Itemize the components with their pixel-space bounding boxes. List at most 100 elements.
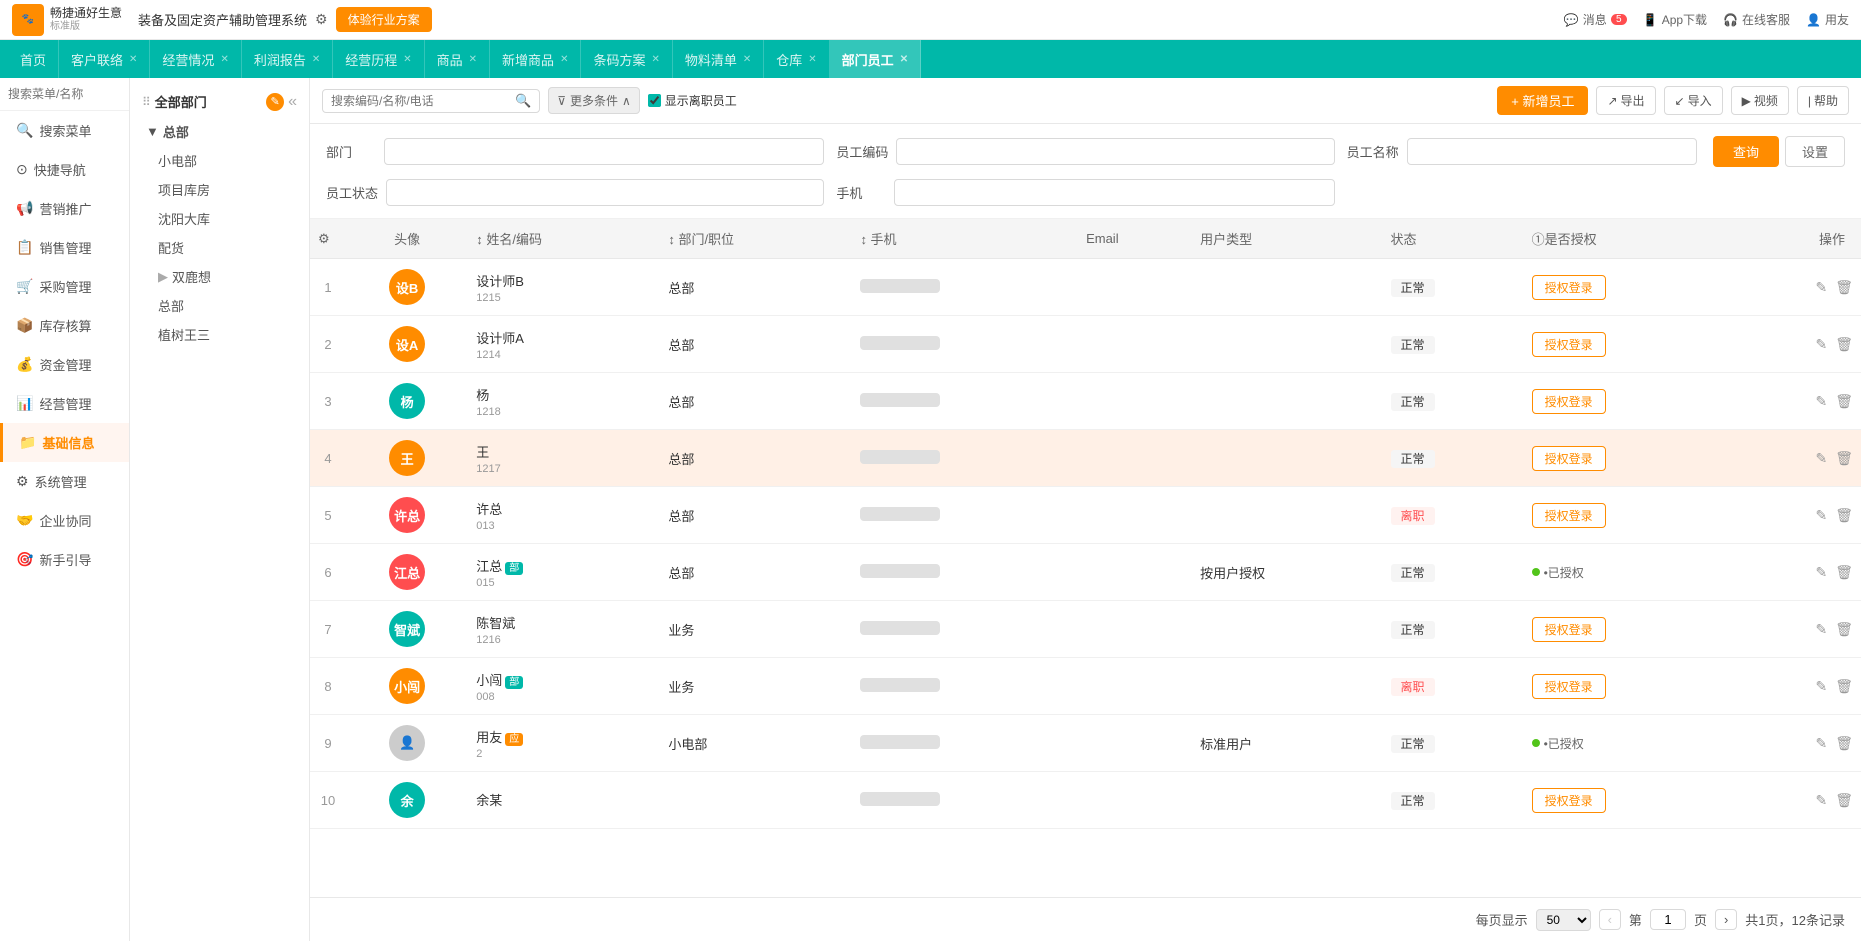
user-item[interactable]: 👤 用友	[1806, 11, 1849, 28]
show-resigned-checkbox[interactable]: 显示离职员工	[648, 92, 737, 109]
close-icon[interactable]: ✕	[743, 54, 751, 65]
message-item[interactable]: 💬 消息 5	[1564, 11, 1627, 28]
help-button[interactable]: | 帮助	[1797, 86, 1849, 115]
sidebar-item-sales[interactable]: 📋销售管理	[0, 228, 129, 267]
edit-button[interactable]: ✎	[1815, 393, 1827, 410]
gear-button[interactable]: ⚙	[315, 11, 328, 28]
sidebar-item-collab[interactable]: 🤝企业协同	[0, 501, 129, 540]
app-download-item[interactable]: 📱 App下载	[1643, 11, 1707, 28]
delete-button[interactable]: 🗑	[1835, 507, 1853, 524]
edit-button[interactable]: ✎	[1815, 621, 1827, 638]
edit-button[interactable]: ✎	[1815, 279, 1827, 296]
emp-status-select[interactable]	[386, 179, 824, 206]
sidebar-item-finance[interactable]: 💰资金管理	[0, 345, 129, 384]
all-dept-label[interactable]: 全部部门	[155, 92, 207, 111]
auth-button[interactable]: 授权登录	[1532, 788, 1606, 813]
edit-button[interactable]: ✎	[1815, 564, 1827, 581]
delete-button[interactable]: 🗑	[1835, 621, 1853, 638]
dept-node-shuanglu[interactable]: ▶ 双鹿想	[130, 262, 309, 291]
delete-button[interactable]: 🗑	[1835, 336, 1853, 353]
more-conditions-button[interactable]: ⊽ 更多条件 ∧	[548, 87, 640, 114]
close-icon[interactable]: ✕	[560, 54, 568, 65]
sidebar-item-marketing[interactable]: 📢营销推广	[0, 189, 129, 228]
close-icon[interactable]: ✕	[651, 54, 659, 65]
delete-button[interactable]: 🗑	[1835, 678, 1853, 695]
edit-button[interactable]: ✎	[1815, 678, 1827, 695]
sidebar-item-search[interactable]: 🔍搜索菜单	[0, 111, 129, 150]
edit-button[interactable]: ✎	[1815, 507, 1827, 524]
delete-button[interactable]: 🗑	[1835, 393, 1853, 410]
col-phone[interactable]: ↕ 手机	[852, 219, 1078, 259]
sidebar-item-quicknav[interactable]: ⊙快捷导航	[0, 150, 129, 189]
dept-node-peihuo[interactable]: 配货	[130, 233, 309, 262]
page-size-select[interactable]: 50 100	[1536, 909, 1591, 931]
settings-icon[interactable]: ⚙	[318, 231, 330, 246]
auth-button[interactable]: 授权登录	[1532, 332, 1606, 357]
export-button[interactable]: ↗ 导出	[1596, 86, 1655, 115]
auth-button[interactable]: 授权登录	[1532, 674, 1606, 699]
sidebar-item-purchase[interactable]: 🛒采购管理	[0, 267, 129, 306]
edit-button[interactable]: ✎	[1815, 792, 1827, 809]
sidebar-item-guide[interactable]: 🎯新手引导	[0, 540, 129, 579]
tab-new-goods[interactable]: 新增商品✕	[490, 40, 581, 78]
page-input[interactable]	[1650, 909, 1686, 930]
col-settings[interactable]: ⚙	[310, 219, 346, 259]
auth-button[interactable]: 授权登录	[1532, 503, 1606, 528]
dept-node-xiaodian[interactable]: 小电部	[130, 146, 309, 175]
phone-input[interactable]	[894, 179, 1334, 206]
dept-select[interactable]	[384, 138, 824, 165]
tab-bom[interactable]: 物料清单✕	[673, 40, 764, 78]
auth-button[interactable]: 授权登录	[1532, 389, 1606, 414]
auth-button[interactable]: 授权登录	[1532, 275, 1606, 300]
dept-edit-icon[interactable]: ✎	[266, 93, 284, 111]
tab-warehouse[interactable]: 仓库✕	[764, 40, 829, 78]
dept-collapse-icon[interactable]: «	[288, 93, 297, 111]
view-button[interactable]: ▶ 视频	[1731, 86, 1789, 115]
tab-goods[interactable]: 商品✕	[425, 40, 490, 78]
col-dept[interactable]: ↕ 部门/职位	[660, 219, 852, 259]
delete-button[interactable]: 🗑	[1835, 450, 1853, 467]
import-button[interactable]: ↙ 导入	[1664, 86, 1723, 115]
close-icon[interactable]: ✕	[220, 54, 228, 65]
dept-node-zongbu[interactable]: ▼ 总部	[130, 117, 309, 146]
close-icon[interactable]: ✕	[129, 54, 137, 65]
tab-history[interactable]: 经营历程✕	[333, 40, 424, 78]
dept-node-project[interactable]: 项目库房	[130, 175, 309, 204]
setting-button[interactable]: 设置	[1785, 136, 1845, 167]
delete-button[interactable]: 🗑	[1835, 564, 1853, 581]
add-employee-button[interactable]: + 新增员工	[1497, 86, 1588, 115]
emp-name-input[interactable]	[1407, 138, 1697, 165]
tab-dept-staff[interactable]: 部门员工✕	[830, 40, 921, 78]
delete-button[interactable]: 🗑	[1835, 279, 1853, 296]
tab-barcode[interactable]: 条码方案✕	[581, 40, 672, 78]
delete-button[interactable]: 🗑	[1835, 735, 1853, 752]
dept-node-shenyang[interactable]: 沈阳大库	[130, 204, 309, 233]
delete-button[interactable]: 🗑	[1835, 792, 1853, 809]
col-name[interactable]: ↕ 姓名/编码	[468, 219, 660, 259]
query-button[interactable]: 查询	[1713, 136, 1779, 167]
close-icon[interactable]: ✕	[900, 54, 908, 65]
trial-button[interactable]: 体验行业方案	[336, 7, 432, 32]
close-icon[interactable]: ✕	[403, 54, 411, 65]
emp-code-input[interactable]	[896, 138, 1334, 165]
search-input[interactable]	[331, 94, 511, 108]
edit-button[interactable]: ✎	[1815, 735, 1827, 752]
tab-profit[interactable]: 利润报告✕	[242, 40, 333, 78]
auth-button[interactable]: 授权登录	[1532, 446, 1606, 471]
online-service-item[interactable]: 🎧 在线客服	[1723, 11, 1790, 28]
close-icon[interactable]: ✕	[312, 54, 320, 65]
sidebar-item-system[interactable]: ⚙系统管理	[0, 462, 129, 501]
next-page-button[interactable]: ›	[1715, 909, 1737, 930]
sidebar-item-management[interactable]: 📊经营管理	[0, 384, 129, 423]
tab-operations[interactable]: 经营情况✕	[150, 40, 241, 78]
dept-node-zhishu[interactable]: 植树王三	[130, 320, 309, 349]
prev-page-button[interactable]: ‹	[1599, 909, 1621, 930]
dept-node-zongbu2[interactable]: 总部	[130, 291, 309, 320]
auth-button[interactable]: 授权登录	[1532, 617, 1606, 642]
close-icon[interactable]: ✕	[469, 54, 477, 65]
edit-button[interactable]: ✎	[1815, 336, 1827, 353]
tab-customer[interactable]: 客户联络✕	[59, 40, 150, 78]
sidebar-item-inventory[interactable]: 📦库存核算	[0, 306, 129, 345]
edit-button[interactable]: ✎	[1815, 450, 1827, 467]
sidebar-item-basics[interactable]: 📁基础信息	[0, 423, 129, 462]
